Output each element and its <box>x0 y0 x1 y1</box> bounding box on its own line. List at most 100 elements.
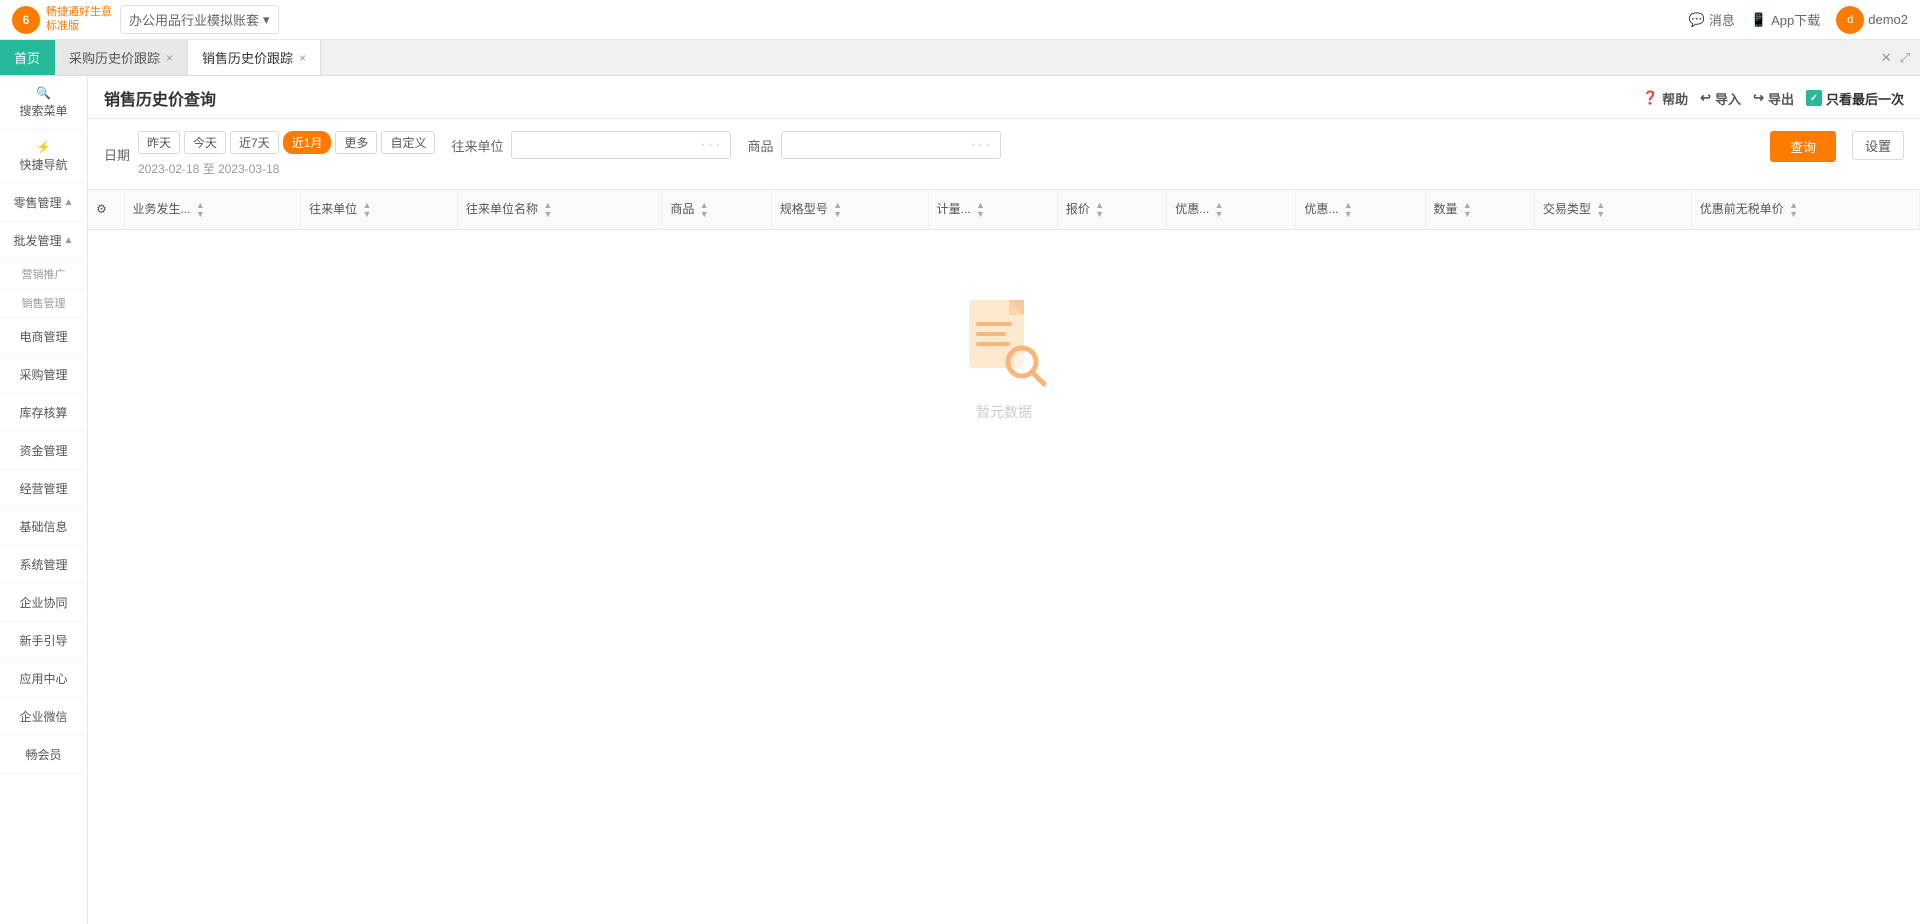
sort-icon: ▲▼ <box>1215 201 1224 219</box>
col-gear[interactable]: ⚙ <box>88 190 124 229</box>
logo-icon: 6 <box>12 6 40 34</box>
col-quantity[interactable]: 数量 ▲▼ <box>1425 190 1534 229</box>
gear-icon: ⚙ <box>96 202 107 216</box>
partner-filter-group: 往来单位 ··· <box>451 131 731 159</box>
sidebar-item-operations[interactable]: 经营管理 <box>0 470 87 508</box>
page-title: 销售历史价查询 ❓ 帮助 ↩ 导入 ↪ 导出 ✓ <box>104 86 1904 110</box>
tab-purchase-history-close[interactable]: × <box>166 51 173 65</box>
chevron-up-icon: ▲ <box>64 235 74 246</box>
date-btn-today[interactable]: 今天 <box>184 131 226 154</box>
logo-text: 畅捷通好生意 标准版 <box>46 6 112 32</box>
tab-purchase-history-label: 采购历史价跟踪 <box>69 48 160 67</box>
col-discount1[interactable]: 优惠... ▲▼ <box>1167 190 1296 229</box>
sidebar-item-new-guide[interactable]: 新手引导 <box>0 622 87 660</box>
only-last-checkbox[interactable]: ✓ 只看最后一次 <box>1806 89 1904 108</box>
sidebar-item-inventory[interactable]: 库存核算 <box>0 394 87 432</box>
sidebar-item-system-mgmt[interactable]: 系统管理 <box>0 546 87 584</box>
sort-icon: ▲▼ <box>976 201 985 219</box>
sidebar-subitem-sales-mgmt[interactable]: 销售管理 <box>0 289 87 318</box>
tab-bar: 首页 采购历史价跟踪 × 销售历史价跟踪 × ✕ ⤢ <box>0 40 1920 76</box>
sidebar-item-quick-nav[interactable]: ⚡ 快捷导航 <box>0 130 87 184</box>
tab-purchase-history[interactable]: 采购历史价跟踪 × <box>55 40 188 75</box>
empty-state: 暂元数据 <box>88 230 1920 482</box>
maximize-window-icon[interactable]: ⤢ <box>1900 50 1910 66</box>
sidebar-item-retail-mgmt[interactable]: 零售管理 ▲ <box>0 184 87 222</box>
query-button[interactable]: 查询 <box>1770 131 1836 162</box>
sort-icon: ▲▼ <box>1463 201 1472 219</box>
import-button[interactable]: ↩ 导入 <box>1700 89 1741 108</box>
partner-input-dots: ··· <box>700 136 722 154</box>
chevron-down-icon: ▾ <box>263 12 270 28</box>
top-bar: 6 畅捷通好生意 标准版 办公用品行业模拟账套 ▾ 💬 消息 📱 App下载 d… <box>0 0 1920 40</box>
tab-sales-history[interactable]: 销售历史价跟踪 × <box>188 40 321 75</box>
import-icon: ↩ <box>1700 90 1711 106</box>
col-discount2[interactable]: 优惠... ▲▼ <box>1296 190 1425 229</box>
sort-icon: ▲▼ <box>1596 201 1605 219</box>
chevron-up-icon: ▲ <box>64 197 74 208</box>
sidebar-item-wholesale-mgmt[interactable]: 批发管理 ▲ <box>0 222 87 260</box>
sort-icon: ▲▼ <box>196 201 205 219</box>
col-pretax-price[interactable]: 优惠前无税单价 ▲▼ <box>1691 190 1919 229</box>
filter-actions: 查询 <box>1770 131 1836 162</box>
col-quote[interactable]: 报价 ▲▼ <box>1057 190 1166 229</box>
app-selector[interactable]: 办公用品行业模拟账套 ▾ <box>120 5 279 34</box>
nav-icon: ⚡ <box>36 140 51 154</box>
product-label: 商品 <box>747 136 773 155</box>
sidebar-item-member-club[interactable]: 畅会员 <box>0 736 87 774</box>
mobile-icon: 📱 <box>1751 12 1767 28</box>
date-btn-7days[interactable]: 近7天 <box>230 131 279 154</box>
main-layout: 🔍 搜索菜单 ⚡ 快捷导航 零售管理 ▲ 批发管理 ▲ 营销推广 销售管理 电商… <box>0 76 1920 924</box>
export-icon: ↪ <box>1753 90 1764 106</box>
table-container: ⚙ 业务发生... ▲▼ 往来单位 ▲▼ 往来单位名称 ▲▼ <box>88 190 1920 924</box>
page-header: 销售历史价查询 ❓ 帮助 ↩ 导入 ↪ 导出 ✓ <box>88 76 1920 119</box>
sidebar-item-enterprise-coop[interactable]: 企业协同 <box>0 584 87 622</box>
tab-home-label: 首页 <box>14 48 40 67</box>
col-spec[interactable]: 规格型号 ▲▼ <box>771 190 928 229</box>
sort-icon: ▲▼ <box>363 201 372 219</box>
empty-svg-illustration <box>954 290 1054 390</box>
sidebar-item-app-center[interactable]: 应用中心 <box>0 660 87 698</box>
tab-home[interactable]: 首页 <box>0 40 55 75</box>
message-button[interactable]: 💬 消息 <box>1689 10 1735 29</box>
export-button[interactable]: ↪ 导出 <box>1753 89 1794 108</box>
close-window-icon[interactable]: ✕ <box>1881 50 1892 66</box>
col-partner-code[interactable]: 往来单位 ▲▼ <box>301 190 458 229</box>
col-unit[interactable]: 计量... ▲▼ <box>928 190 1057 229</box>
sidebar-item-purchase-mgmt[interactable]: 采购管理 <box>0 356 87 394</box>
col-biz-date[interactable]: 业务发生... ▲▼ <box>124 190 301 229</box>
data-table: ⚙ 业务发生... ▲▼ 往来单位 ▲▼ 往来单位名称 ▲▼ <box>88 190 1920 230</box>
filter-area: 日期 昨天 今天 近7天 近1月 更多 自定义 2023-02-18 至 202… <box>88 119 1920 190</box>
product-input[interactable]: ··· <box>781 131 1001 159</box>
col-trade-type[interactable]: 交易类型 ▲▼ <box>1534 190 1691 229</box>
col-product[interactable]: 商品 ▲▼ <box>662 190 771 229</box>
date-btn-more[interactable]: 更多 <box>335 131 377 154</box>
sidebar-item-ecommerce-mgmt[interactable]: 电商管理 <box>0 318 87 356</box>
partner-input[interactable]: ··· <box>511 131 731 159</box>
sidebar-item-enterprise-wechat[interactable]: 企业微信 <box>0 698 87 736</box>
app-download-button[interactable]: 📱 App下载 <box>1751 10 1820 29</box>
help-button[interactable]: ❓ 帮助 <box>1642 89 1688 108</box>
date-range: 2023-02-18 至 2023-03-18 <box>138 160 435 177</box>
col-partner-name[interactable]: 往来单位名称 ▲▼ <box>458 190 662 229</box>
sidebar-subitem-marketing[interactable]: 营销推广 <box>0 260 87 289</box>
user-area[interactable]: d demo2 <box>1836 6 1908 34</box>
date-btn-1month[interactable]: 近1月 <box>283 131 332 154</box>
sort-icon: ▲▼ <box>1789 201 1798 219</box>
sort-icon: ▲▼ <box>1095 201 1104 219</box>
search-icon: 🔍 <box>36 86 51 100</box>
tab-sales-history-label: 销售历史价跟踪 <box>202 48 293 67</box>
top-bar-left: 6 畅捷通好生意 标准版 办公用品行业模拟账套 ▾ <box>12 5 279 34</box>
sidebar-item-basic-info[interactable]: 基础信息 <box>0 508 87 546</box>
logo-area: 6 畅捷通好生意 标准版 <box>12 6 112 34</box>
sidebar-item-search-menu[interactable]: 🔍 搜索菜单 <box>0 76 87 130</box>
date-btn-custom[interactable]: 自定义 <box>381 131 435 154</box>
sidebar: 🔍 搜索菜单 ⚡ 快捷导航 零售管理 ▲ 批发管理 ▲ 营销推广 销售管理 电商… <box>0 76 88 924</box>
partner-label: 往来单位 <box>451 136 503 155</box>
tab-sales-history-close[interactable]: × <box>299 51 306 65</box>
sort-icon: ▲▼ <box>700 201 709 219</box>
sidebar-item-finance[interactable]: 资金管理 <box>0 432 87 470</box>
message-icon: 💬 <box>1689 12 1705 28</box>
setting-button[interactable]: 设置 <box>1852 131 1904 160</box>
product-input-dots: ··· <box>971 136 993 154</box>
date-btn-yesterday[interactable]: 昨天 <box>138 131 180 154</box>
